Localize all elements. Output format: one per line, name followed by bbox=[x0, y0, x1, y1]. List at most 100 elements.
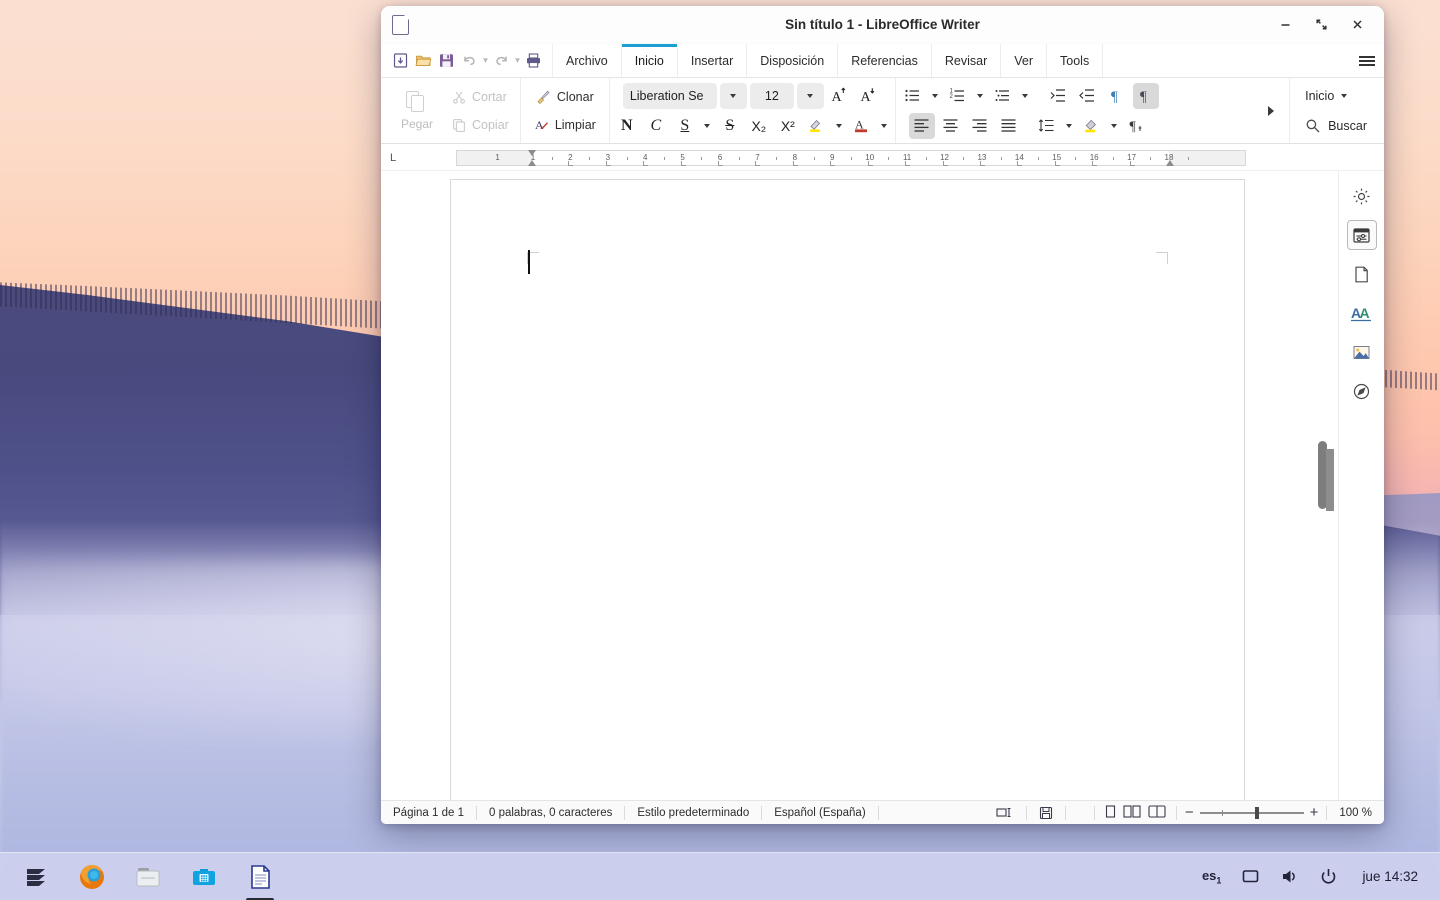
ruler-corner-label[interactable]: L bbox=[390, 152, 396, 164]
cut-button[interactable]: Cortar bbox=[445, 84, 516, 109]
increase-font-size-button[interactable]: A bbox=[827, 83, 853, 109]
align-center-button[interactable] bbox=[938, 113, 964, 139]
tab-stop-marker[interactable] bbox=[718, 161, 724, 166]
tab-stop-marker[interactable] bbox=[942, 161, 948, 166]
redo-dropdown-icon[interactable]: ▾ bbox=[514, 55, 521, 66]
subscript-button[interactable]: X₂ bbox=[746, 113, 772, 139]
clock[interactable]: jue 14:32 bbox=[1348, 869, 1426, 884]
tab-revisar[interactable]: Revisar bbox=[931, 44, 1002, 77]
undo-icon[interactable] bbox=[459, 50, 480, 71]
sidebar-item-styles[interactable]: A A bbox=[1347, 298, 1377, 328]
font-color-button[interactable]: A bbox=[849, 113, 875, 139]
highlight-color-dropdown[interactable] bbox=[833, 113, 846, 139]
tab-insertar[interactable]: Insertar bbox=[677, 44, 748, 77]
decrease-indent-button[interactable] bbox=[1075, 83, 1101, 109]
first-line-indent-marker[interactable] bbox=[528, 150, 536, 156]
taskbar-libreoffice-writer[interactable] bbox=[232, 853, 288, 900]
tab-stop-marker[interactable] bbox=[905, 161, 911, 166]
find-button[interactable]: Buscar bbox=[1300, 113, 1372, 139]
status-page[interactable]: Página 1 de 1 bbox=[381, 801, 476, 824]
paste-button[interactable]: Pegar bbox=[389, 82, 445, 140]
increase-indent-button[interactable] bbox=[1046, 83, 1072, 109]
tab-disposicion[interactable]: Disposición bbox=[747, 44, 839, 77]
single-page-view-button[interactable] bbox=[1105, 804, 1116, 821]
justify-button[interactable] bbox=[996, 113, 1022, 139]
status-page-style[interactable]: Estilo predeterminado bbox=[625, 801, 761, 824]
tab-stop-marker[interactable] bbox=[1017, 161, 1023, 166]
ribbon-overflow-icon[interactable] bbox=[1268, 105, 1274, 116]
tab-stop-marker[interactable] bbox=[643, 161, 649, 166]
formatting-marks-button[interactable]: ¶ bbox=[1104, 83, 1130, 109]
tab-archivo[interactable]: Archivo bbox=[553, 44, 622, 77]
tab-stop-marker[interactable] bbox=[680, 161, 686, 166]
outline-list-button[interactable] bbox=[990, 83, 1016, 109]
sidebar-item-gallery[interactable] bbox=[1347, 337, 1377, 367]
numbered-list-dropdown[interactable] bbox=[974, 83, 987, 109]
font-size-input[interactable]: 12 bbox=[749, 82, 794, 109]
zoom-slider-knob[interactable] bbox=[1254, 806, 1259, 819]
vertical-scrollbar[interactable] bbox=[1314, 171, 1338, 800]
sidebar-item-navigator[interactable] bbox=[1347, 376, 1377, 406]
taskbar-files[interactable] bbox=[120, 853, 176, 900]
highlight-color-button[interactable] bbox=[804, 113, 830, 139]
clear-formatting-button[interactable]: A Limpiar bbox=[527, 112, 603, 137]
tab-stop-marker[interactable] bbox=[1129, 161, 1135, 166]
print-icon[interactable] bbox=[523, 50, 544, 71]
align-left-button[interactable] bbox=[908, 112, 935, 139]
redo-icon[interactable] bbox=[491, 50, 512, 71]
taskbar-software-center[interactable] bbox=[176, 853, 232, 900]
tab-tools[interactable]: Tools bbox=[1047, 44, 1104, 77]
tab-stop-marker[interactable] bbox=[605, 161, 611, 166]
undo-dropdown-icon[interactable]: ▾ bbox=[482, 55, 489, 66]
status-save-state[interactable] bbox=[1027, 801, 1065, 824]
menubar-hamburger-icon[interactable] bbox=[1350, 44, 1384, 77]
sidebar-item-settings[interactable] bbox=[1347, 181, 1377, 211]
taskbar-firefox[interactable] bbox=[64, 853, 120, 900]
paragraph-style-button[interactable]: ¶ bbox=[1124, 113, 1150, 139]
tab-stop-marker[interactable] bbox=[755, 161, 761, 166]
zoom-out-button[interactable]: − bbox=[1185, 805, 1194, 820]
superscript-button[interactable]: X² bbox=[775, 113, 801, 139]
tab-ver[interactable]: Ver bbox=[1001, 44, 1048, 77]
power-button[interactable] bbox=[1309, 853, 1348, 900]
bullet-list-button[interactable] bbox=[900, 83, 926, 109]
tab-stop-marker[interactable] bbox=[867, 161, 873, 166]
paragraph-background-dropdown[interactable] bbox=[1108, 113, 1121, 139]
multi-page-view-button[interactable] bbox=[1123, 804, 1141, 821]
zoom-level-label[interactable]: 100 % bbox=[1327, 801, 1384, 824]
left-indent-marker[interactable] bbox=[528, 160, 536, 166]
tab-inicio[interactable]: Inicio bbox=[621, 44, 678, 77]
paragraph-direction-button[interactable]: ¶ bbox=[1132, 82, 1159, 109]
paragraph-style-selector[interactable]: Inicio bbox=[1300, 83, 1372, 109]
italic-button[interactable]: C bbox=[643, 113, 669, 139]
tab-stop-marker[interactable] bbox=[792, 161, 798, 166]
tab-stop-marker[interactable] bbox=[568, 161, 574, 166]
line-spacing-dropdown[interactable] bbox=[1063, 113, 1076, 139]
window-titlebar[interactable]: Sin título 1 - LibreOffice Writer bbox=[381, 6, 1384, 44]
clone-formatting-button[interactable]: Clonar bbox=[529, 84, 601, 109]
font-size-dropdown[interactable] bbox=[796, 82, 824, 109]
copy-button[interactable]: Copiar bbox=[445, 112, 516, 137]
font-name-input[interactable]: Liberation Se bbox=[622, 82, 717, 109]
zoom-in-button[interactable]: + bbox=[1310, 805, 1319, 820]
minimize-button[interactable] bbox=[1272, 12, 1298, 38]
status-language[interactable]: Español (España) bbox=[762, 801, 877, 824]
numbered-list-button[interactable]: 1 2 bbox=[945, 83, 971, 109]
line-spacing-button[interactable] bbox=[1034, 113, 1060, 139]
tab-stop-marker[interactable] bbox=[979, 161, 985, 166]
tab-stop-marker[interactable] bbox=[1092, 161, 1098, 166]
save-icon[interactable] bbox=[436, 50, 457, 71]
maximize-button[interactable] bbox=[1308, 12, 1334, 38]
tab-stop-marker[interactable] bbox=[1054, 161, 1060, 166]
new-document-icon[interactable] bbox=[390, 50, 411, 71]
tab-referencias[interactable]: Referencias bbox=[838, 44, 932, 77]
document-page[interactable] bbox=[450, 179, 1245, 800]
keyboard-layout-indicator[interactable]: es1 bbox=[1192, 853, 1231, 900]
bold-button[interactable]: N bbox=[614, 113, 640, 139]
underline-button[interactable]: S bbox=[672, 113, 698, 139]
display-settings-button[interactable] bbox=[1231, 853, 1270, 900]
open-folder-icon[interactable] bbox=[413, 50, 434, 71]
status-selection-mode[interactable] bbox=[984, 801, 1026, 824]
font-color-dropdown[interactable] bbox=[878, 113, 891, 139]
paragraph-background-button[interactable] bbox=[1079, 113, 1105, 139]
